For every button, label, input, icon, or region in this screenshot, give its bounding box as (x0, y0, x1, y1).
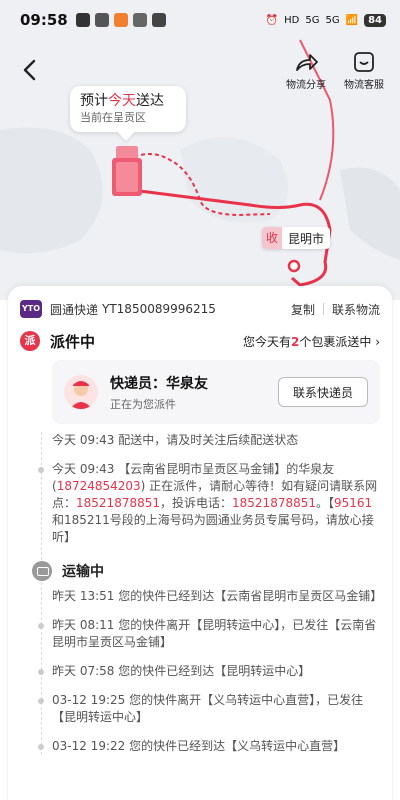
timeline-dot (38, 698, 44, 704)
transit-section: 运输中 (20, 558, 380, 584)
service-label: 物流客服 (344, 80, 384, 91)
map-graphic (0, 39, 400, 287)
timeline-event: 昨天 07:58 您的快件已经到达【昆明转运中心】 (20, 663, 380, 680)
eta-text: 预计今天送达 (80, 93, 164, 109)
battery-indicator: 84 (364, 13, 386, 27)
logistics-map[interactable] (0, 0, 400, 300)
signal2-indicator: 5G (325, 14, 340, 26)
delivery-badge: 派 (20, 331, 40, 351)
courier-avatar (64, 375, 98, 409)
contact-logistics-link[interactable]: 联系物流 (332, 301, 380, 318)
transit-title: 运输中 (62, 564, 104, 580)
receive-tag: 收 (262, 227, 283, 249)
timeline-dot (38, 669, 44, 675)
customer-service-icon (354, 52, 374, 72)
timeline-event: 今天 09:43 【云南省昆明市呈贡区马金铺】的华泉友(18724854203)… (20, 461, 380, 546)
contact-courier-button[interactable]: 联系快递员 (278, 377, 368, 407)
share-label: 物流分享 (286, 80, 326, 91)
copy-button[interactable]: 复制 (291, 301, 315, 318)
courier-person-icon (70, 381, 92, 409)
packages-link[interactable]: 您今天有2个包裹派送中 › (243, 333, 380, 350)
logistics-card: YTO 圆通快递 YT1850089996215 复制 联系物流 派 派件中 您… (8, 286, 392, 800)
wifi-icon: 📶 (345, 14, 359, 26)
timeline-dot (38, 623, 44, 629)
search-app-icon (151, 13, 166, 27)
app-notification-icon (75, 13, 90, 27)
back-button[interactable] (16, 56, 44, 84)
timeline-event: 03-12 19:22 您的快件已经到达【义乌转运中心直营】 (20, 738, 380, 755)
chevron-left-icon (23, 59, 36, 81)
courier-name: 快递员：华泉友 (110, 375, 208, 392)
tracking-header: YTO 圆通快递 YT1850089996215 复制 联系物流 (20, 296, 380, 322)
timeline-event: 今天 09:43 配送中，请及时关注后续配送状态 (52, 433, 299, 447)
wechat-icon (94, 13, 109, 27)
phone-link[interactable]: 18521878851 (76, 496, 160, 510)
courier-panel: 快递员：华泉友 正在为您派件 联系快递员 (52, 360, 380, 424)
signal1-indicator: 5G (305, 14, 320, 26)
taobao-icon (113, 13, 128, 27)
status-time: 09:58 (20, 11, 68, 29)
status-title: 派件中 (50, 332, 96, 351)
timeline-dot (38, 467, 44, 473)
destination-label: 收 昆明市 (262, 227, 331, 249)
share-icon (296, 54, 318, 71)
courier-status: 正在为您派件 (110, 397, 176, 411)
tracking-timeline: 今天 09:43 配送中，请及时关注后续配送状态 今天 09:43 【云南省昆明… (20, 432, 383, 755)
delivery-status-row: 派 派件中 您今天有2个包裹派送中 › (20, 326, 380, 356)
tracking-number: YT1850089996215 (102, 302, 216, 316)
phone-link[interactable]: 95161 (334, 496, 372, 510)
timeline-event: 昨天 13:51 您的快件已经到达【云南省昆明市呈贡区马金铺】 (52, 589, 383, 603)
timeline-dot (38, 744, 44, 750)
alarm-icon: ⏰ (265, 14, 279, 26)
logistics-service-button[interactable]: 物流客服 (334, 50, 394, 91)
timeline-event: 昨天 08:11 您的快件离开【昆明转运中心】，已发往【云南省昆明市呈贡区马金铺… (20, 617, 380, 651)
system-status: ⏰ HD 5G 5G 📶 84 (265, 13, 386, 27)
timeline-event: 03-12 19:25 您的快件离开【义乌转运中心直营】，已发往【昆明转运中心】 (20, 692, 380, 726)
current-location: 当前在呈贡区 (80, 111, 146, 124)
divider (322, 303, 324, 315)
chevron-right-icon: › (375, 334, 380, 349)
transit-icon (32, 561, 52, 581)
status-bar: 09:58 ⏰ HD 5G 5G 📶 84 (0, 0, 400, 40)
destination-city: 昆明市 (288, 231, 325, 246)
share-logistics-button[interactable]: 物流分享 (276, 50, 336, 91)
app-icon (132, 13, 147, 27)
notification-icons (75, 13, 166, 27)
hd-indicator: HD (284, 14, 300, 26)
phone-link[interactable]: 18521878851 (232, 496, 316, 510)
courier-company: 圆通快递 (50, 302, 99, 317)
phone-link[interactable]: 18724854203 (57, 479, 141, 493)
eta-bubble: 预计今天送达 当前在呈贡区 (70, 86, 186, 132)
yto-logo-icon: YTO (20, 300, 42, 318)
